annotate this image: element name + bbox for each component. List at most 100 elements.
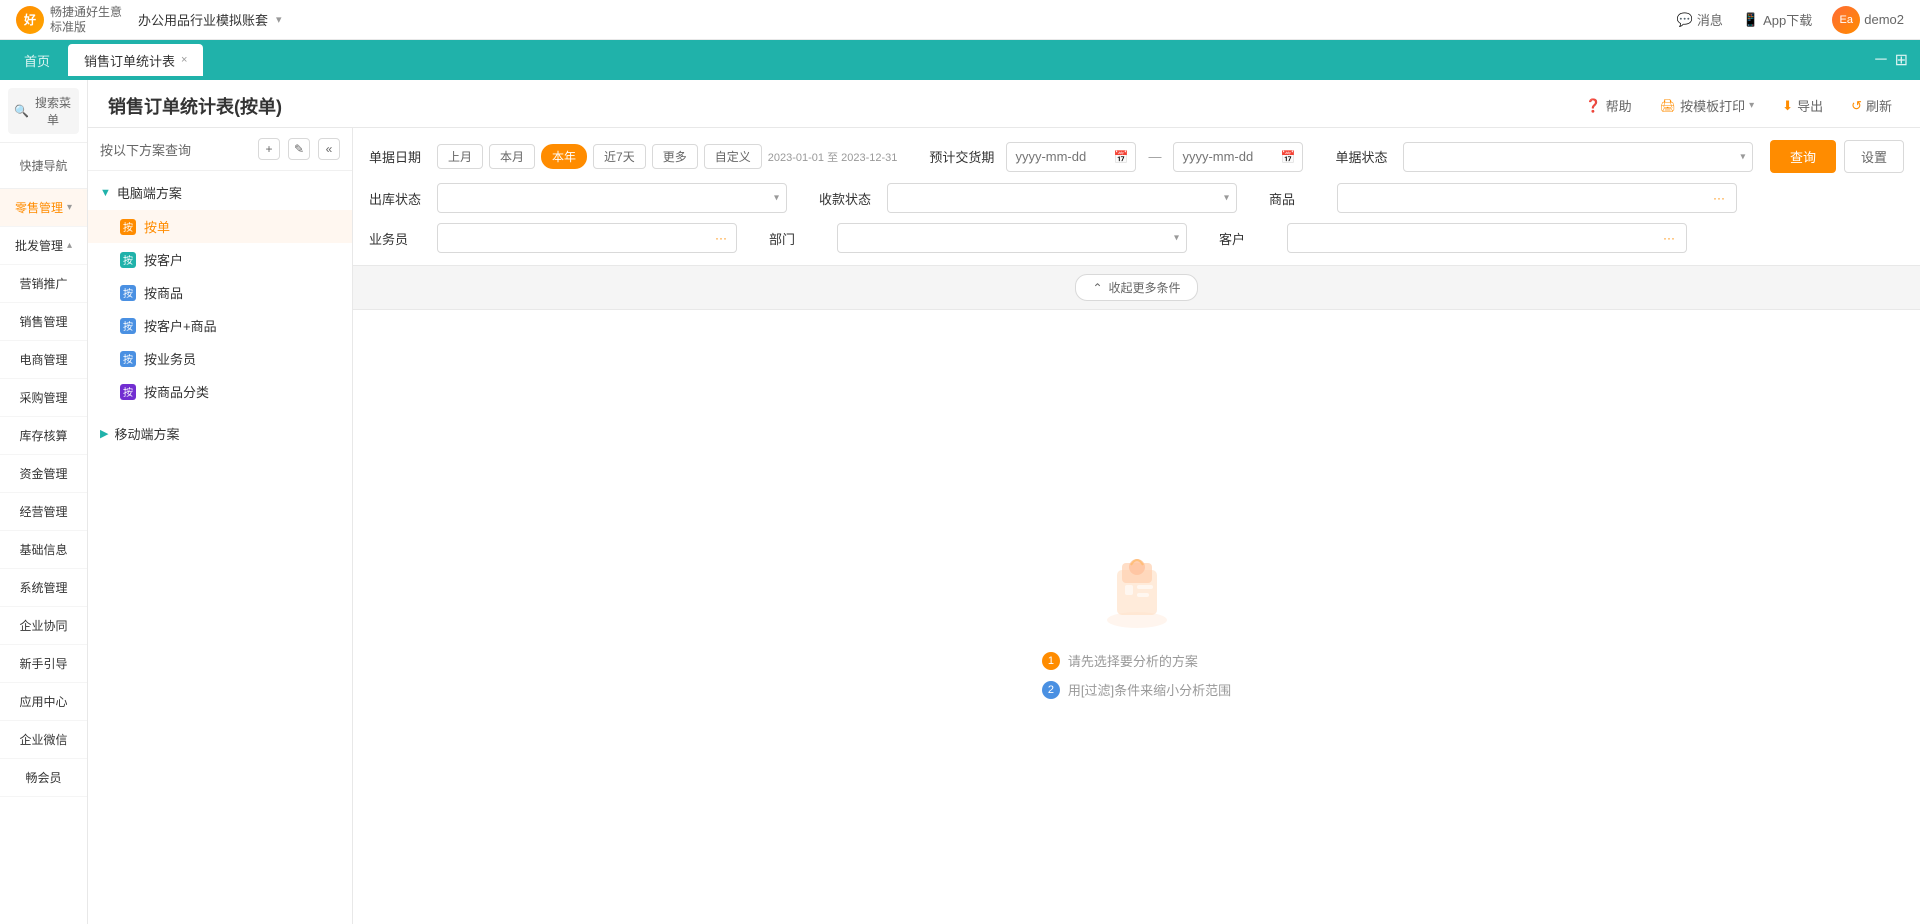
- scheme-icon-by-order: 按: [120, 219, 136, 235]
- empty-tip-1: 1 请先选择要分析的方案: [1042, 651, 1231, 670]
- search-menu-btn[interactable]: 🔍 搜索菜单: [8, 88, 79, 134]
- quick-nav-area: 快捷导航: [0, 143, 87, 189]
- query-btn[interactable]: 查询: [1770, 140, 1836, 173]
- tab-bar: 首页 销售订单统计表 × ─ ⊞: [0, 40, 1920, 80]
- logo-text: 畅捷通好生意 标准版: [50, 5, 122, 34]
- calendar-from-icon: 📅: [1113, 150, 1128, 164]
- tab-active[interactable]: 销售订单统计表 ×: [68, 44, 203, 76]
- sidebar-item-purchase[interactable]: 采购管理: [0, 379, 87, 417]
- sidebar-item-wechat[interactable]: 企业微信: [0, 721, 87, 759]
- tab-close-icon[interactable]: ×: [181, 54, 187, 66]
- sidebar-item-basic[interactable]: 基础信息: [0, 531, 87, 569]
- empty-illustration: [1087, 535, 1187, 635]
- sidebar-item-marketing[interactable]: 营销推广: [0, 265, 87, 303]
- tree-item-by-customer-goods[interactable]: 按 按客户+商品: [88, 309, 352, 342]
- salesman-input-wrap: ···: [437, 223, 737, 253]
- help-icon: ❓: [1585, 98, 1601, 114]
- customer-input[interactable]: [1287, 223, 1687, 253]
- ship-status-wrap: ▾: [437, 183, 787, 213]
- tab-minimize-btn[interactable]: ─: [1875, 51, 1886, 69]
- sidebar-item-ecommerce[interactable]: 电商管理: [0, 341, 87, 379]
- receipt-status-wrap: ▾: [887, 183, 1237, 213]
- date-btn-group: 上月 本月 本年 近7天 更多 自定义 2023-01-01 至 2023-12…: [437, 144, 897, 169]
- user-avatar-btn[interactable]: Ea demo2: [1832, 6, 1904, 34]
- help-btn[interactable]: ❓ 帮助: [1577, 92, 1639, 119]
- ship-status-select[interactable]: [437, 183, 787, 213]
- empty-state: 1 请先选择要分析的方案 2 用[过滤]条件来缩小分析范围: [353, 310, 1920, 924]
- tree-item-by-category[interactable]: 按 按商品分类: [88, 375, 352, 408]
- tree-expand-icon: ▼: [100, 187, 111, 199]
- expected-date-label: 预计交货期: [929, 147, 994, 166]
- tree-item-by-order[interactable]: 按 按单: [88, 210, 352, 243]
- custom-date-btn[interactable]: 自定义: [704, 144, 762, 169]
- collapse-icon: «: [326, 142, 333, 156]
- scheme-icon-by-salesman: 按: [120, 351, 136, 367]
- customer-more-btn[interactable]: ···: [1659, 231, 1679, 245]
- goods-more-btn[interactable]: ···: [1709, 191, 1729, 205]
- add-scheme-btn[interactable]: +: [258, 138, 280, 160]
- this-year-btn[interactable]: 本年: [541, 144, 587, 169]
- salesman-input[interactable]: [437, 223, 737, 253]
- edit-scheme-btn[interactable]: ✎: [288, 138, 310, 160]
- sidebar-item-app-center[interactable]: 应用中心: [0, 683, 87, 721]
- sidebar-item-wholesale[interactable]: 批发管理 ▴: [0, 227, 87, 265]
- collapse-more-btn[interactable]: ⌃ 收起更多条件: [1075, 274, 1197, 301]
- top-bar-left: 好 畅捷通好生意 标准版 办公用品行业模拟账套 ▾: [16, 5, 282, 34]
- sidebar-item-finance[interactable]: 资金管理: [0, 455, 87, 493]
- sidebar-search-area: 🔍 搜索菜单: [0, 80, 87, 143]
- order-status-label: 单据状态: [1335, 147, 1391, 166]
- tab-home[interactable]: 首页: [8, 44, 66, 76]
- settings-btn[interactable]: 设置: [1844, 140, 1904, 173]
- sidebar-item-system[interactable]: 系统管理: [0, 569, 87, 607]
- collapse-panel-btn[interactable]: «: [318, 138, 340, 160]
- quick-nav-link[interactable]: 快捷导航: [8, 151, 79, 180]
- tree-item-by-customer[interactable]: 按 按客户: [88, 243, 352, 276]
- filter-row-2: 出库状态 ▾ 收款状态 ▾: [369, 183, 1904, 213]
- tree-section-pc: ▼ 电脑端方案 按 按单 按 按客户 按 按商品: [88, 171, 352, 412]
- sidebar-item-operations[interactable]: 经营管理: [0, 493, 87, 531]
- dept-select[interactable]: [837, 223, 1187, 253]
- workspace-title: 办公用品行业模拟账套: [138, 10, 268, 29]
- tree-parent-pc[interactable]: ▼ 电脑端方案: [88, 175, 352, 210]
- collapse-chevron-icon: ⌃: [1092, 281, 1102, 295]
- receipt-status-select[interactable]: [887, 183, 1237, 213]
- search-icon: 🔍: [14, 104, 29, 118]
- sidebar-item-member[interactable]: 畅会员: [0, 759, 87, 797]
- filter-area: 单据日期 上月 本月 本年 近7天 更多 自定义 2023-01-01 至 20…: [353, 128, 1920, 266]
- workspace-dropdown[interactable]: ▾: [276, 13, 282, 26]
- tab-maximize-btn[interactable]: ⊞: [1895, 50, 1908, 70]
- sidebar: 🔍 搜索菜单 快捷导航 零售管理 ▾ 批发管理 ▴ 营销推广 销售管理 电商管理…: [0, 80, 88, 924]
- order-status-select[interactable]: [1403, 142, 1753, 172]
- last-month-btn[interactable]: 上月: [437, 144, 483, 169]
- app-download-btn[interactable]: 📱 App下载: [1743, 10, 1812, 29]
- tree-item-by-goods[interactable]: 按 按商品: [88, 276, 352, 309]
- sidebar-item-sales[interactable]: 销售管理: [0, 303, 87, 341]
- tree-item-by-salesman[interactable]: 按 按业务员: [88, 342, 352, 375]
- sidebar-item-retail[interactable]: 零售管理 ▾: [0, 189, 87, 227]
- goods-label: 商品: [1269, 189, 1325, 208]
- print-btn[interactable]: 🖨 按模板打印 ▾: [1652, 92, 1763, 119]
- sidebar-item-enterprise[interactable]: 企业协同: [0, 607, 87, 645]
- sidebar-item-newbie[interactable]: 新手引导: [0, 645, 87, 683]
- this-month-btn[interactable]: 本月: [489, 144, 535, 169]
- left-panel-title: 按以下方案查询: [100, 140, 191, 159]
- tree-parent-mobile[interactable]: ▶ 移动端方案: [88, 416, 352, 451]
- message-btn[interactable]: 💬 消息: [1677, 10, 1723, 29]
- last7-btn[interactable]: 近7天: [593, 144, 646, 169]
- page-header-actions: ❓ 帮助 🖨 按模板打印 ▾ ⬇ 导出 ↺ 刷新: [1577, 92, 1900, 119]
- expected-date-from-wrap: 📅: [1006, 142, 1136, 172]
- left-panel: 按以下方案查询 + ✎ « ▼ 电脑端方案: [88, 128, 353, 924]
- more-date-btn[interactable]: 更多: [652, 144, 698, 169]
- date-label: 单据日期: [369, 147, 425, 166]
- page-title: 销售订单统计表(按单): [108, 93, 282, 119]
- filter-row-1: 单据日期 上月 本月 本年 近7天 更多 自定义 2023-01-01 至 20…: [369, 140, 1904, 173]
- refresh-btn[interactable]: ↺ 刷新: [1843, 92, 1900, 119]
- content-area: 销售订单统计表(按单) ❓ 帮助 🖨 按模板打印 ▾ ⬇ 导出 ↺ 刷新: [88, 80, 1920, 924]
- salesman-more-btn[interactable]: ···: [711, 231, 731, 245]
- sidebar-item-inventory[interactable]: 库存核算: [0, 417, 87, 455]
- chevron-icon: ▴: [67, 240, 72, 251]
- receipt-status-label: 收款状态: [819, 189, 875, 208]
- export-btn[interactable]: ⬇ 导出: [1774, 92, 1831, 119]
- message-icon: 💬: [1677, 12, 1693, 28]
- goods-input[interactable]: [1337, 183, 1737, 213]
